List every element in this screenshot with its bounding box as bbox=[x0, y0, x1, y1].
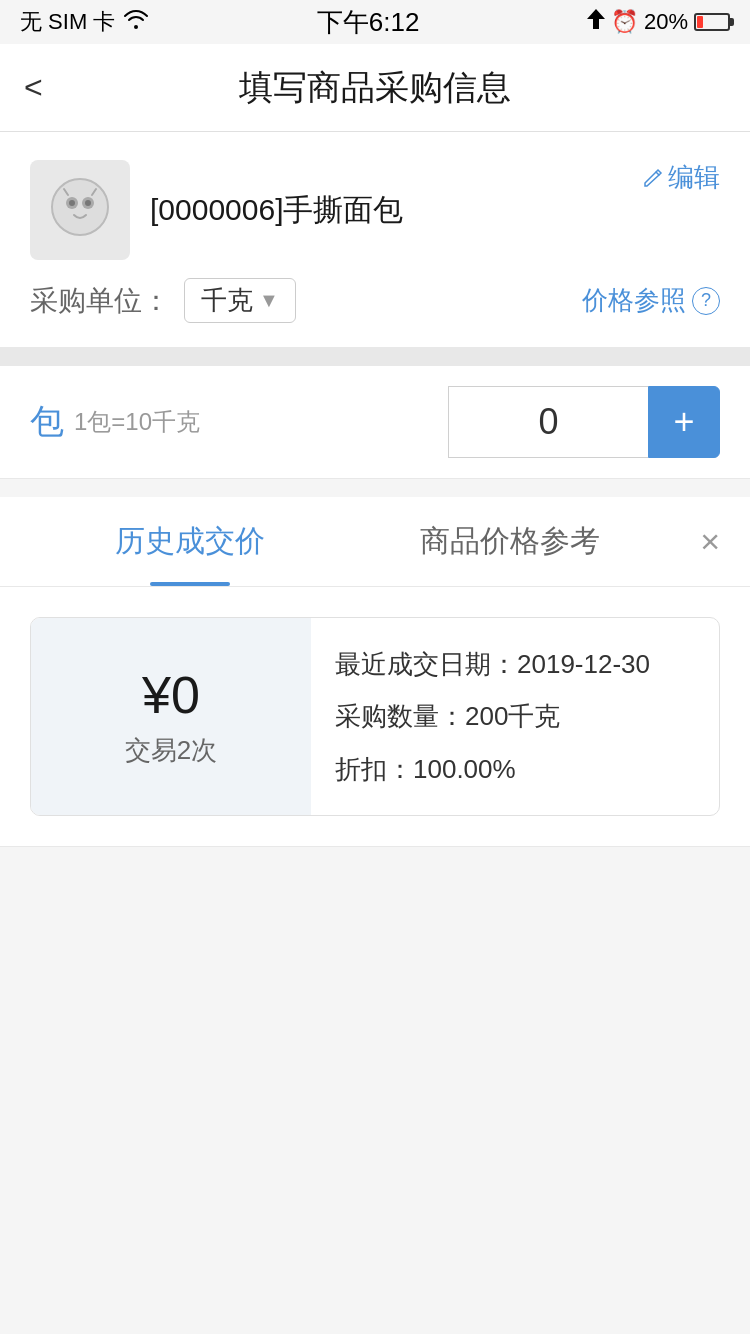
page-title: 填写商品采购信息 bbox=[239, 65, 511, 111]
trade-count: 交易2次 bbox=[125, 733, 217, 768]
recent-date-label: 最近成交日期： bbox=[335, 649, 517, 679]
unit-value: 千克 bbox=[201, 283, 253, 318]
product-left: [0000006]手撕面包 bbox=[30, 160, 403, 260]
battery-percent: 20% bbox=[644, 9, 688, 35]
svg-point-0 bbox=[52, 179, 108, 235]
quantity-plus-button[interactable]: + bbox=[648, 386, 720, 458]
quantity-section: 包 1包=10千克 0 + bbox=[0, 366, 750, 479]
price-card: ¥0 交易2次 最近成交日期：2019-12-30 采购数量：200千克 折扣：… bbox=[30, 617, 720, 816]
nav-bar: < 填写商品采购信息 bbox=[0, 44, 750, 132]
edit-button[interactable]: 编辑 bbox=[642, 160, 720, 195]
purchase-qty-value: 200千克 bbox=[465, 701, 560, 731]
tabs-section: 历史成交价 商品价格参考 × ¥0 交易2次 最近成交日期：2019-12-30… bbox=[0, 497, 750, 847]
alarm-icon: ⏰ bbox=[611, 9, 638, 35]
unit-bao: 包 bbox=[30, 399, 64, 445]
unit-dropdown-arrow: ▼ bbox=[259, 289, 279, 312]
edit-label: 编辑 bbox=[668, 160, 720, 195]
unit-select[interactable]: 千克 ▼ bbox=[184, 278, 296, 323]
status-time: 下午6:12 bbox=[317, 5, 420, 40]
price-card-right: 最近成交日期：2019-12-30 采购数量：200千克 折扣：100.00% bbox=[311, 618, 719, 815]
price-ref-label: 价格参照 bbox=[582, 283, 686, 318]
tab-content: ¥0 交易2次 最近成交日期：2019-12-30 采购数量：200千克 折扣：… bbox=[0, 587, 750, 846]
tab-close-button[interactable]: × bbox=[670, 498, 720, 585]
discount-label: 折扣： bbox=[335, 754, 413, 784]
product-logo bbox=[50, 177, 110, 243]
quantity-label: 包 1包=10千克 bbox=[30, 399, 200, 445]
purchase-qty-label: 采购数量： bbox=[335, 701, 465, 731]
tab-history-price[interactable]: 历史成交价 bbox=[30, 497, 350, 586]
battery-icon bbox=[694, 13, 730, 31]
product-thumbnail bbox=[30, 160, 130, 260]
price-card-left: ¥0 交易2次 bbox=[31, 618, 311, 815]
discount-value: 100.00% bbox=[413, 754, 516, 784]
unit-left: 采购单位： 千克 ▼ bbox=[30, 278, 296, 323]
svg-point-3 bbox=[69, 200, 75, 206]
discount-row: 折扣：100.00% bbox=[335, 751, 695, 787]
price-ref-icon: ? bbox=[692, 287, 720, 315]
location-icon bbox=[587, 9, 605, 35]
wifi-icon bbox=[123, 9, 149, 35]
product-name: [0000006]手撕面包 bbox=[150, 190, 403, 231]
purchase-qty-row: 采购数量：200千克 bbox=[335, 698, 695, 734]
recent-date-value: 2019-12-30 bbox=[517, 649, 650, 679]
status-bar: 无 SIM 卡 下午6:12 ⏰ 20% bbox=[0, 0, 750, 44]
quantity-input-area: 0 + bbox=[448, 386, 720, 458]
price-ref-button[interactable]: 价格参照 ? bbox=[582, 283, 720, 318]
unit-bao-sub: 1包=10千克 bbox=[74, 406, 200, 438]
product-unit-row: 采购单位： 千克 ▼ 价格参照 ? bbox=[30, 278, 720, 323]
price-value: 0 bbox=[171, 666, 200, 724]
price-currency: ¥ bbox=[142, 666, 171, 724]
svg-point-4 bbox=[85, 200, 91, 206]
section-divider bbox=[0, 348, 750, 366]
status-right: ⏰ 20% bbox=[587, 9, 730, 35]
carrier-label: 无 SIM 卡 bbox=[20, 7, 115, 37]
recent-date-row: 最近成交日期：2019-12-30 bbox=[335, 646, 695, 682]
status-left: 无 SIM 卡 bbox=[20, 7, 149, 37]
price-display: ¥0 bbox=[142, 665, 200, 725]
product-section: [0000006]手撕面包 编辑 采购单位： 千克 ▼ 价格参照 ? bbox=[0, 132, 750, 348]
tabs-header: 历史成交价 商品价格参考 × bbox=[0, 497, 750, 587]
quantity-input[interactable]: 0 bbox=[448, 386, 648, 458]
unit-label: 采购单位： bbox=[30, 282, 170, 320]
back-button[interactable]: < bbox=[24, 69, 43, 106]
tab-price-reference[interactable]: 商品价格参考 bbox=[350, 497, 670, 586]
main-background bbox=[0, 847, 750, 1334]
product-header: [0000006]手撕面包 编辑 bbox=[30, 160, 720, 260]
